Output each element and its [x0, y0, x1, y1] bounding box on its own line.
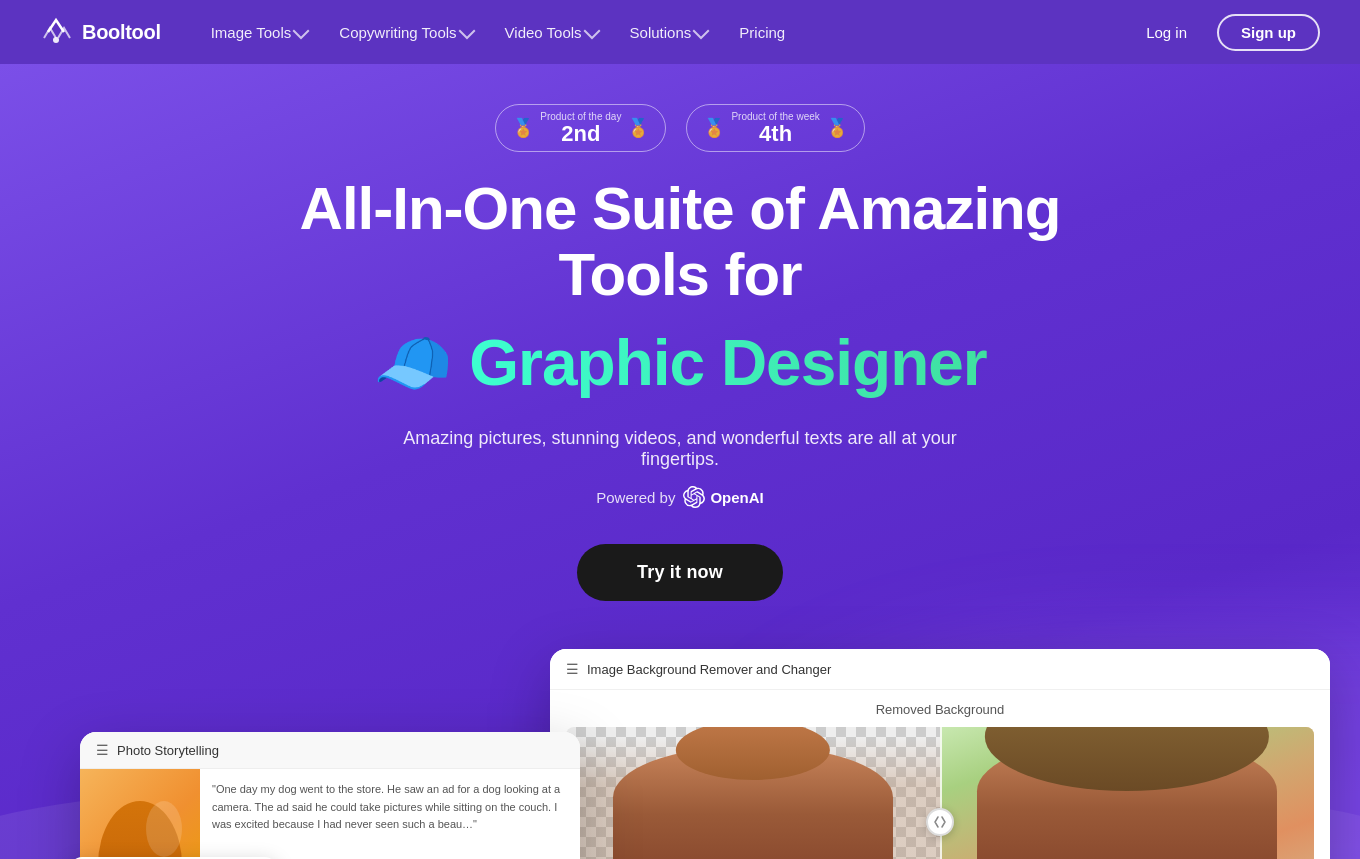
nav-solutions[interactable]: Solutions — [616, 16, 722, 49]
hamburger-right-icon: ☰ — [566, 661, 579, 677]
nav-links: Image Tools Copywriting Tools Video Tool… — [197, 16, 799, 49]
divider-line — [940, 727, 942, 859]
badges-row: 🏅 Product of the day 2nd 🏅 🏅 Product of … — [495, 104, 865, 152]
window-content-left: "One day my dog went to the store. He sa… — [80, 769, 580, 859]
logo-icon — [40, 16, 72, 48]
nav-video-tools[interactable]: Video Tools — [491, 16, 612, 49]
chevron-down-icon — [583, 22, 600, 39]
svg-point-0 — [53, 37, 59, 43]
role-emoji: 🧢 — [373, 331, 453, 395]
hero-subtitle: Amazing pictures, stunning videos, and w… — [380, 428, 980, 470]
removed-bg-label: Removed Background — [566, 702, 1314, 717]
person-silhouette-left — [566, 727, 940, 859]
divider-handle[interactable] — [926, 808, 954, 836]
hero-section: 🏅 Product of the day 2nd 🏅 🏅 Product of … — [0, 64, 1360, 859]
try-it-now-button[interactable]: Try it now — [577, 544, 783, 601]
laurel-right2-icon: 🏅 — [826, 117, 848, 139]
nav-copywriting-tools[interactable]: Copywriting Tools — [325, 16, 486, 49]
chevron-down-icon — [293, 22, 310, 39]
powered-by-row: Powered by OpenAI — [596, 486, 764, 508]
openai-text: OpenAI — [710, 489, 763, 506]
role-text: Graphic Designer — [469, 326, 987, 400]
nav-right: Log in Sign up — [1132, 14, 1320, 51]
badge-product-day: 🏅 Product of the day 2nd 🏅 — [495, 104, 666, 152]
nav-image-tools[interactable]: Image Tools — [197, 16, 322, 49]
nav-pricing[interactable]: Pricing — [725, 16, 799, 49]
nav-left: Booltool Image Tools Copywriting Tools V… — [40, 16, 799, 49]
window-bg-remover: ☰ Image Background Remover and Changer R… — [550, 649, 1330, 859]
window-titlebar-left: ☰ Photo Storytelling — [80, 732, 580, 769]
openai-icon — [683, 486, 705, 508]
window-titlebar-right: ☰ Image Background Remover and Changer — [550, 649, 1330, 690]
chevron-down-icon — [458, 22, 475, 39]
screenshots-row: ☰ Photo Storytelling "One day my dog wen… — [30, 649, 1330, 859]
window-photo-storytelling: ☰ Photo Storytelling "One day my dog wen… — [80, 732, 580, 859]
laurel-left-icon: 🏅 — [512, 117, 534, 139]
window-title-right: Image Background Remover and Changer — [587, 662, 831, 677]
chevron-down-icon — [693, 22, 710, 39]
hamburger-icon: ☰ — [96, 742, 109, 758]
bg-removed-image — [566, 727, 940, 859]
openai-logo: OpenAI — [683, 486, 763, 508]
signup-button[interactable]: Sign up — [1217, 14, 1320, 51]
bg-original-image — [940, 727, 1314, 859]
laurel-right-icon: 🏅 — [627, 117, 649, 139]
window-title-left: Photo Storytelling — [117, 743, 219, 758]
powered-by-label: Powered by — [596, 489, 675, 506]
photo-thumbnail — [80, 769, 200, 859]
window-right-content: Removed Background — [550, 690, 1330, 859]
login-button[interactable]: Log in — [1132, 16, 1201, 49]
story-text: "One day my dog went to the store. He sa… — [200, 769, 580, 859]
bg-images-row — [566, 727, 1314, 859]
badge-product-week: 🏅 Product of the week 4th 🏅 — [686, 104, 864, 152]
laurel-left2-icon: 🏅 — [703, 117, 725, 139]
navbar: Booltool Image Tools Copywriting Tools V… — [0, 0, 1360, 64]
logo[interactable]: Booltool — [40, 16, 161, 48]
brand-name: Booltool — [82, 21, 161, 44]
hero-headline: All-In-One Suite of Amazing Tools for — [230, 176, 1130, 308]
role-row: 🧢 Graphic Designer — [373, 318, 987, 408]
